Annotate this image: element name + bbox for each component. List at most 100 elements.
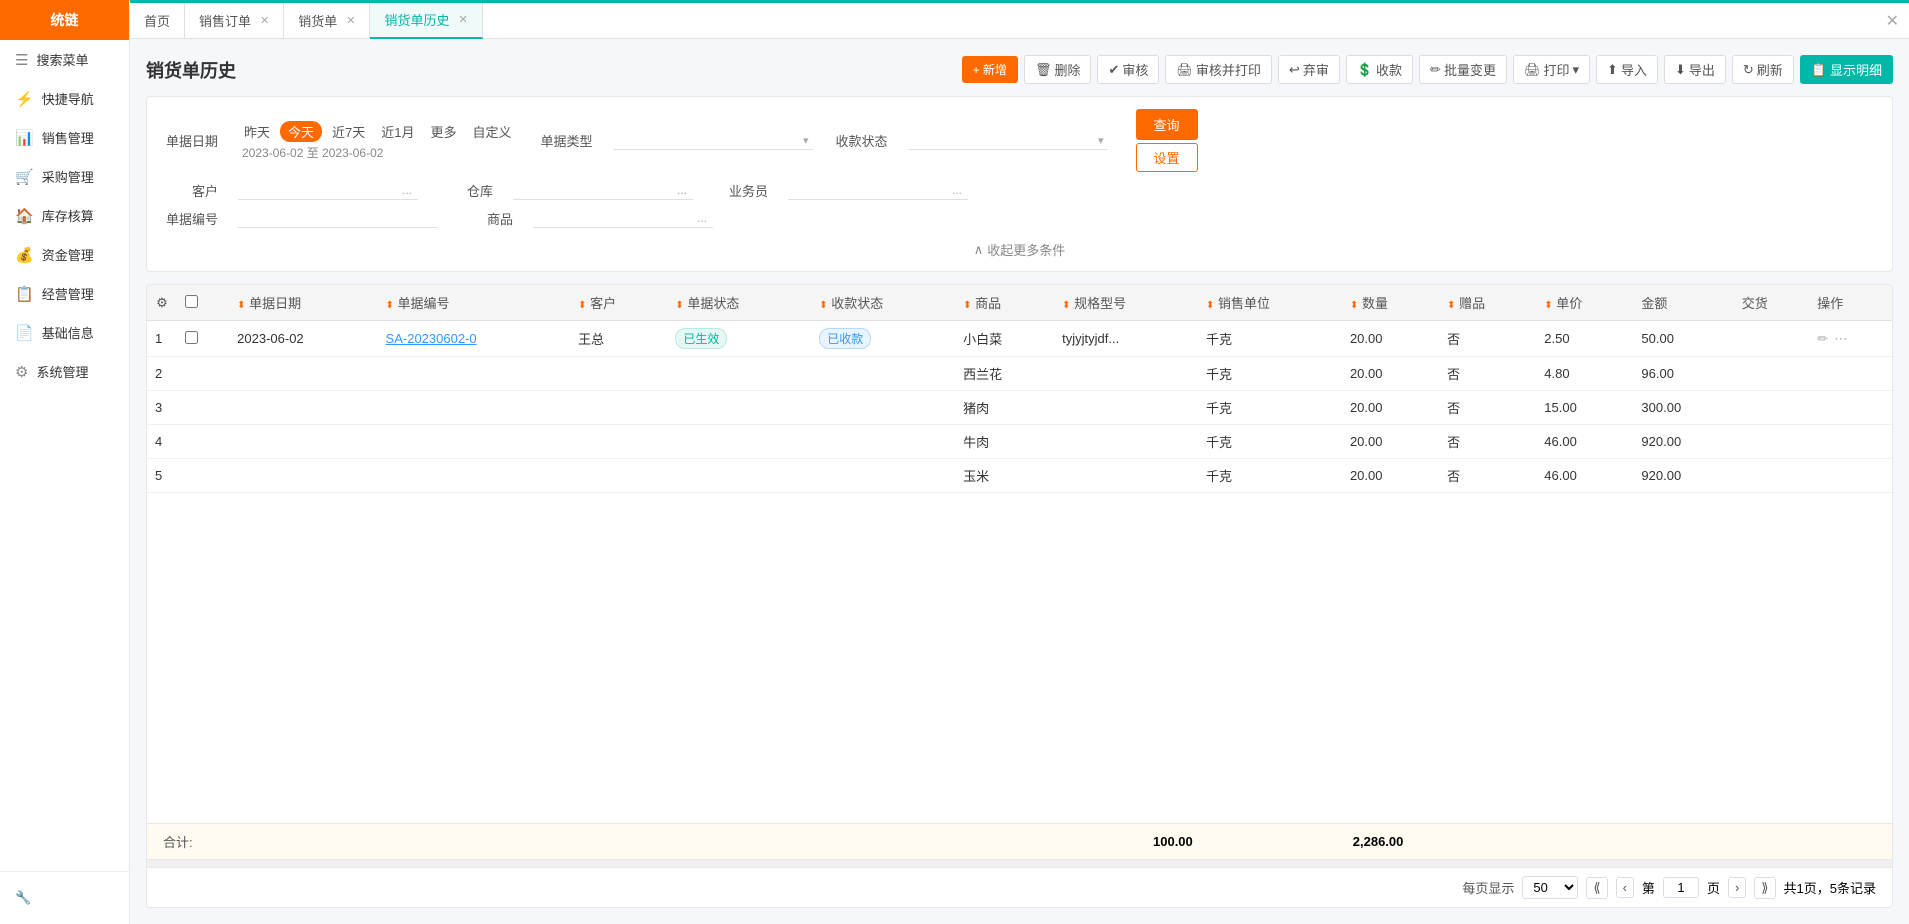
cell-collect-status	[811, 459, 955, 493]
cell-doc-no[interactable]	[378, 357, 571, 391]
query-button[interactable]: 查询	[1136, 109, 1198, 140]
cell-check[interactable]	[177, 321, 229, 357]
row-checkbox[interactable]	[185, 331, 198, 344]
cell-check[interactable]	[177, 357, 229, 391]
total-pages-info: 共1页，5条记录	[1784, 878, 1876, 897]
sidebar-item-finance-mgmt[interactable]: 💰 资金管理	[0, 235, 129, 274]
date-range-btns: 昨天 今天 近7天 近1月 更多 自定义	[238, 121, 518, 142]
more-action-icon[interactable]: ⋯	[1834, 331, 1847, 347]
sidebar-item-purchase-mgmt[interactable]: 🛒 采购管理	[0, 157, 129, 196]
last-page-btn[interactable]: ⟫	[1754, 877, 1775, 899]
export-button[interactable]: ⬇ 导出	[1664, 55, 1726, 84]
cell-doc-no[interactable]	[378, 391, 571, 425]
date-btn-yesterday[interactable]: 昨天	[238, 121, 276, 142]
date-btn-7days[interactable]: 近7天	[326, 121, 371, 142]
sidebar-item-sales-mgmt[interactable]: 📊 销售管理	[0, 118, 129, 157]
th-spec[interactable]: ⬍ 规格型号	[1054, 285, 1198, 321]
th-quantity[interactable]: ⬍ 数量	[1342, 285, 1439, 321]
tab-sales-order[interactable]: 销售订单 ✕	[185, 3, 284, 39]
sidebar-item-settings-bottom[interactable]: 🔧	[0, 880, 129, 916]
sidebar-item-quick-nav[interactable]: ⚡ 快捷导航	[0, 79, 129, 118]
sidebar-item-inventory[interactable]: 🏠 库存核算	[0, 196, 129, 235]
cell-row-num: 5	[147, 459, 177, 493]
date-btn-1month[interactable]: 近1月	[375, 121, 420, 142]
cell-actions	[1809, 357, 1892, 391]
collapse-btn[interactable]: ∧ 收起更多条件	[163, 236, 1876, 259]
th-sales-unit[interactable]: ⬍ 销售单位	[1198, 285, 1342, 321]
date-btn-more[interactable]: 更多	[425, 121, 463, 142]
doc-no-input[interactable]	[238, 208, 438, 228]
tab-sales-shipment-close[interactable]: ✕	[346, 14, 355, 27]
collapse-up-icon: ∧	[974, 242, 984, 258]
th-amount[interactable]: 金额	[1633, 285, 1733, 321]
cell-check[interactable]	[177, 459, 229, 493]
goods-input[interactable]	[533, 208, 693, 227]
new-button[interactable]: + 新增	[962, 56, 1018, 83]
edit-action-icon[interactable]: ✏	[1817, 331, 1828, 347]
th-customer[interactable]: ⬍ 客户	[570, 285, 667, 321]
sidebar-item-search-menu[interactable]: ☰ 搜索菜单	[0, 40, 129, 79]
sidebar-item-system-mgmt[interactable]: ⚙ 系统管理	[0, 352, 129, 391]
import-button[interactable]: ⬆ 导入	[1596, 55, 1658, 84]
customer-ellipsis[interactable]: ...	[398, 183, 416, 197]
sort-icon-unit-price: ⬍	[1544, 300, 1552, 311]
refresh-button[interactable]: ↻ 刷新	[1732, 55, 1794, 84]
tab-sales-history-close[interactable]: ✕	[459, 13, 468, 26]
filter-settings-button[interactable]: 设置	[1136, 143, 1198, 172]
select-all-checkbox[interactable]	[185, 295, 198, 308]
page-number-input[interactable]	[1663, 877, 1699, 898]
cell-check[interactable]	[177, 425, 229, 459]
salesman-input[interactable]	[788, 180, 948, 199]
th-doc-status[interactable]: ⬍ 单据状态	[667, 285, 811, 321]
cell-doc-date: 2023-06-02	[229, 321, 377, 357]
cell-doc-no[interactable]	[378, 459, 571, 493]
th-check[interactable]	[177, 285, 229, 321]
cell-collect-status	[811, 357, 955, 391]
next-page-btn[interactable]: ›	[1728, 877, 1746, 898]
tab-bar-close-all[interactable]: ✕	[1886, 11, 1909, 31]
warehouse-input[interactable]	[513, 180, 673, 199]
th-gear[interactable]: ⚙	[147, 285, 177, 321]
batch-change-button[interactable]: ✏ 批量变更	[1419, 55, 1507, 84]
audit-icon: ✔	[1108, 62, 1119, 78]
customer-input[interactable]	[238, 180, 398, 199]
th-doc-date[interactable]: ⬍ 单据日期	[229, 285, 377, 321]
th-unit-price[interactable]: ⬍ 单价	[1536, 285, 1633, 321]
date-btn-custom[interactable]: 自定义	[467, 121, 518, 142]
th-collect-status[interactable]: ⬍ 收款状态	[811, 285, 955, 321]
audit-print-button[interactable]: 🖨 审核并打印	[1165, 55, 1272, 84]
doc-type-select[interactable]: ▾	[613, 132, 813, 150]
abandon-button[interactable]: ↩ 弃审	[1278, 55, 1340, 84]
th-gift[interactable]: ⬍ 赠品	[1439, 285, 1536, 321]
tab-sales-order-close[interactable]: ✕	[260, 14, 269, 27]
cell-row-num: 1	[147, 321, 177, 357]
cell-doc-no[interactable]: SA-20230602-0	[378, 321, 571, 357]
cell-check[interactable]	[177, 391, 229, 425]
basic-info-icon: 📄	[15, 324, 34, 342]
th-goods[interactable]: ⬍ 商品	[955, 285, 1054, 321]
tab-home[interactable]: 首页	[130, 3, 185, 39]
sidebar-item-ops-mgmt[interactable]: 📋 经营管理	[0, 274, 129, 313]
sidebar-item-basic-info[interactable]: 📄 基础信息	[0, 313, 129, 352]
horizontal-scrollbar[interactable]	[147, 859, 1892, 867]
sort-icon-goods: ⬍	[963, 300, 971, 311]
warehouse-ellipsis[interactable]: ...	[673, 183, 691, 197]
prev-page-btn[interactable]: ‹	[1616, 877, 1634, 898]
cell-doc-no[interactable]	[378, 425, 571, 459]
goods-ellipsis[interactable]: ...	[693, 211, 711, 225]
print-button[interactable]: 🖨 打印 ▾	[1513, 55, 1590, 84]
salesman-ellipsis[interactable]: ...	[948, 183, 966, 197]
tab-sales-history[interactable]: 销货单历史 ✕	[370, 3, 482, 39]
tab-sales-shipment[interactable]: 销货单 ✕	[284, 3, 370, 39]
sort-icon-quantity: ⬍	[1350, 300, 1358, 311]
collect-button[interactable]: 💲 收款	[1346, 55, 1413, 84]
sort-icon-customer: ⬍	[578, 300, 586, 311]
audit-button[interactable]: ✔ 审核	[1097, 55, 1159, 84]
first-page-btn[interactable]: ⟪	[1586, 877, 1607, 899]
delete-button[interactable]: 🗑 删除	[1024, 55, 1092, 84]
per-page-select[interactable]: 50 100 200	[1522, 876, 1578, 899]
date-btn-today[interactable]: 今天	[280, 121, 322, 142]
collect-status-select[interactable]: ▾	[908, 132, 1108, 150]
th-doc-no[interactable]: ⬍ 单据编号	[378, 285, 571, 321]
display-detail-button[interactable]: 📋 显示明细	[1800, 55, 1893, 84]
